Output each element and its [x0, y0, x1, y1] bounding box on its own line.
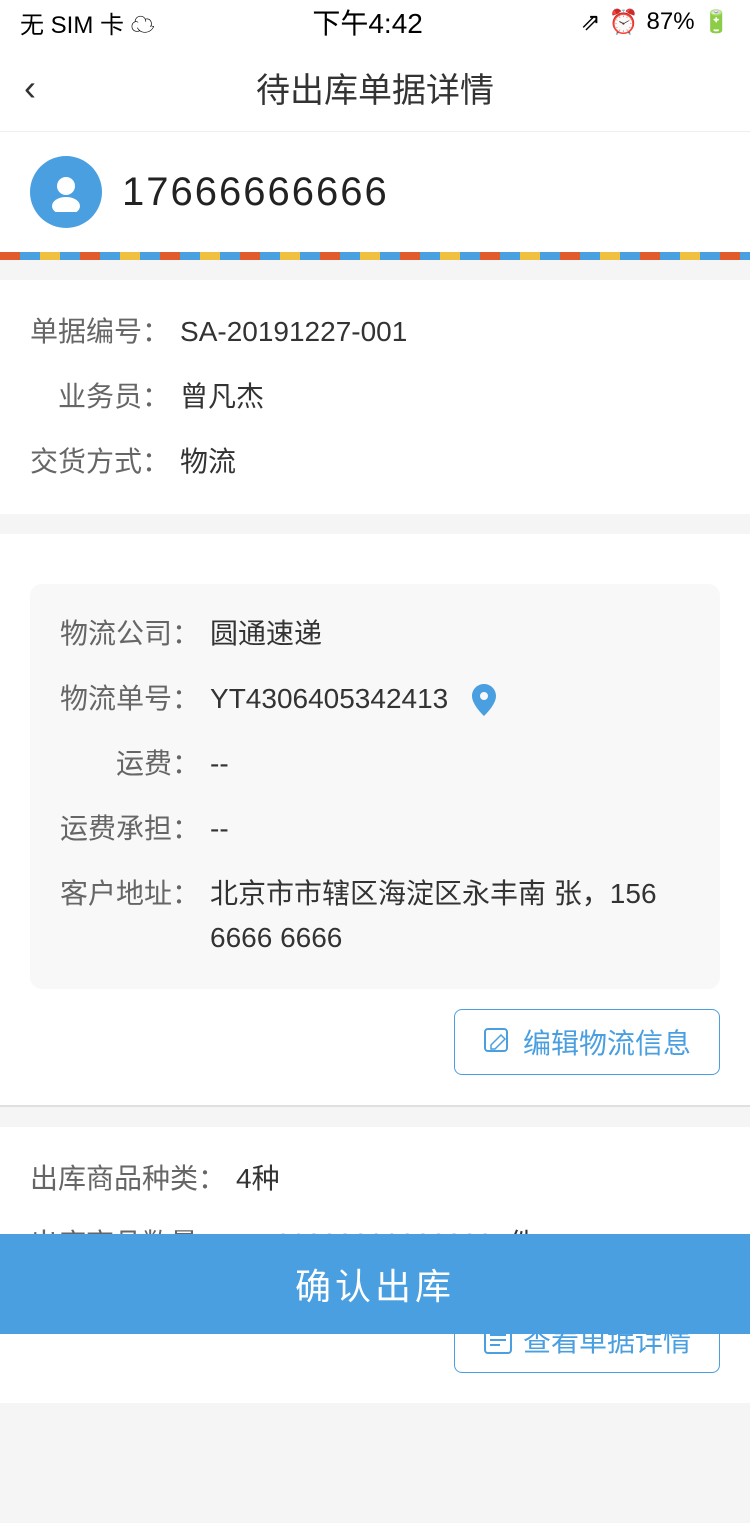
location-status-icon: ⇗ [581, 8, 601, 37]
address-label: 客户地址： [60, 872, 200, 917]
battery-icon: 🔋 [703, 9, 730, 35]
confirm-button-wrap: 确认出库 [0, 1234, 750, 1334]
edit-logistics-label: 编辑物流信息 [523, 1022, 691, 1062]
basic-info-section: 单据编号： SA-20191227-001 业务员： 曾凡杰 交货方式： 物流 [0, 280, 750, 514]
status-time: 下午4:42 [312, 2, 423, 42]
freight-value: -- [210, 742, 690, 787]
tracking-label: 物流单号： [60, 677, 200, 722]
location-pin-icon[interactable] [464, 680, 504, 720]
avatar [30, 156, 102, 228]
delivery-method-label: 交货方式： [30, 440, 170, 485]
customer-header: 17666666666 [0, 132, 750, 252]
page-title: 待出库单据详情 [256, 63, 494, 112]
tracking-number: YT4306405342413 [210, 677, 448, 722]
confirm-outbound-button[interactable]: 确认出库 [30, 1258, 720, 1310]
salesperson-value: 曾凡杰 [180, 375, 720, 420]
divider-line [0, 1105, 750, 1107]
edit-icon [483, 1027, 513, 1057]
status-bar: 无 SIM 卡 ☁ 下午4:42 ⇗ ⏰ 87% 🔋 [0, 0, 750, 44]
tracking-row: 物流单号： YT4306405342413 [60, 677, 690, 722]
edit-logistics-button[interactable]: 编辑物流信息 [454, 1009, 720, 1075]
logistics-card: 物流公司： 圆通速递 物流单号： YT4306405342413 运费： -- … [30, 584, 720, 989]
goods-types-row: 出库商品种类： 4种 [30, 1157, 720, 1202]
freight-bear-value: -- [210, 807, 690, 852]
freight-row: 运费： -- [60, 742, 690, 787]
logistics-section: 物流公司： 圆通速递 物流单号： YT4306405342413 运费： -- … [0, 534, 750, 1105]
address-row: 客户地址： 北京市市辖区海淀区永丰南 张，156 6666 6666 [60, 872, 690, 962]
logistics-company-label: 物流公司： [60, 612, 200, 657]
delivery-method-row: 交货方式： 物流 [30, 440, 720, 485]
logistics-company-value: 圆通速递 [210, 612, 690, 657]
edit-logistics-row: 编辑物流信息 [30, 989, 720, 1075]
tracking-value-row: YT4306405342413 [210, 677, 690, 722]
sim-status: 无 SIM 卡 ☁ [20, 5, 155, 40]
nav-bar: ‹ 待出库单据详情 [0, 44, 750, 132]
logistics-company-row: 物流公司： 圆通速递 [60, 612, 690, 657]
salesperson-row: 业务员： 曾凡杰 [30, 375, 720, 420]
salesperson-label: 业务员： [30, 375, 170, 420]
battery-status: 87% [647, 8, 695, 36]
doc-number-label: 单据编号： [30, 310, 170, 355]
goods-types-label: 出库商品种类： [30, 1157, 226, 1202]
doc-number-value: SA-20191227-001 [180, 310, 720, 355]
address-value: 北京市市辖区海淀区永丰南 张，156 6666 6666 [210, 872, 690, 962]
status-right: ⇗ ⏰ 87% 🔋 [581, 8, 730, 37]
status-left: 无 SIM 卡 ☁ [20, 5, 155, 40]
doc-number-row: 单据编号： SA-20191227-001 [30, 310, 720, 355]
back-button[interactable]: ‹ [24, 67, 36, 109]
user-icon [46, 172, 86, 212]
delivery-method-value: 物流 [180, 440, 720, 485]
freight-bear-label: 运费承担： [60, 807, 200, 852]
customer-phone: 17666666666 [122, 170, 389, 215]
freight-label: 运费： [60, 742, 200, 787]
freight-bear-row: 运费承担： -- [60, 807, 690, 852]
alarm-icon: ⏰ [609, 8, 639, 37]
goods-types-value: 4种 [236, 1157, 720, 1202]
bottom-spacer [0, 1403, 750, 1523]
dashed-divider [0, 252, 750, 260]
